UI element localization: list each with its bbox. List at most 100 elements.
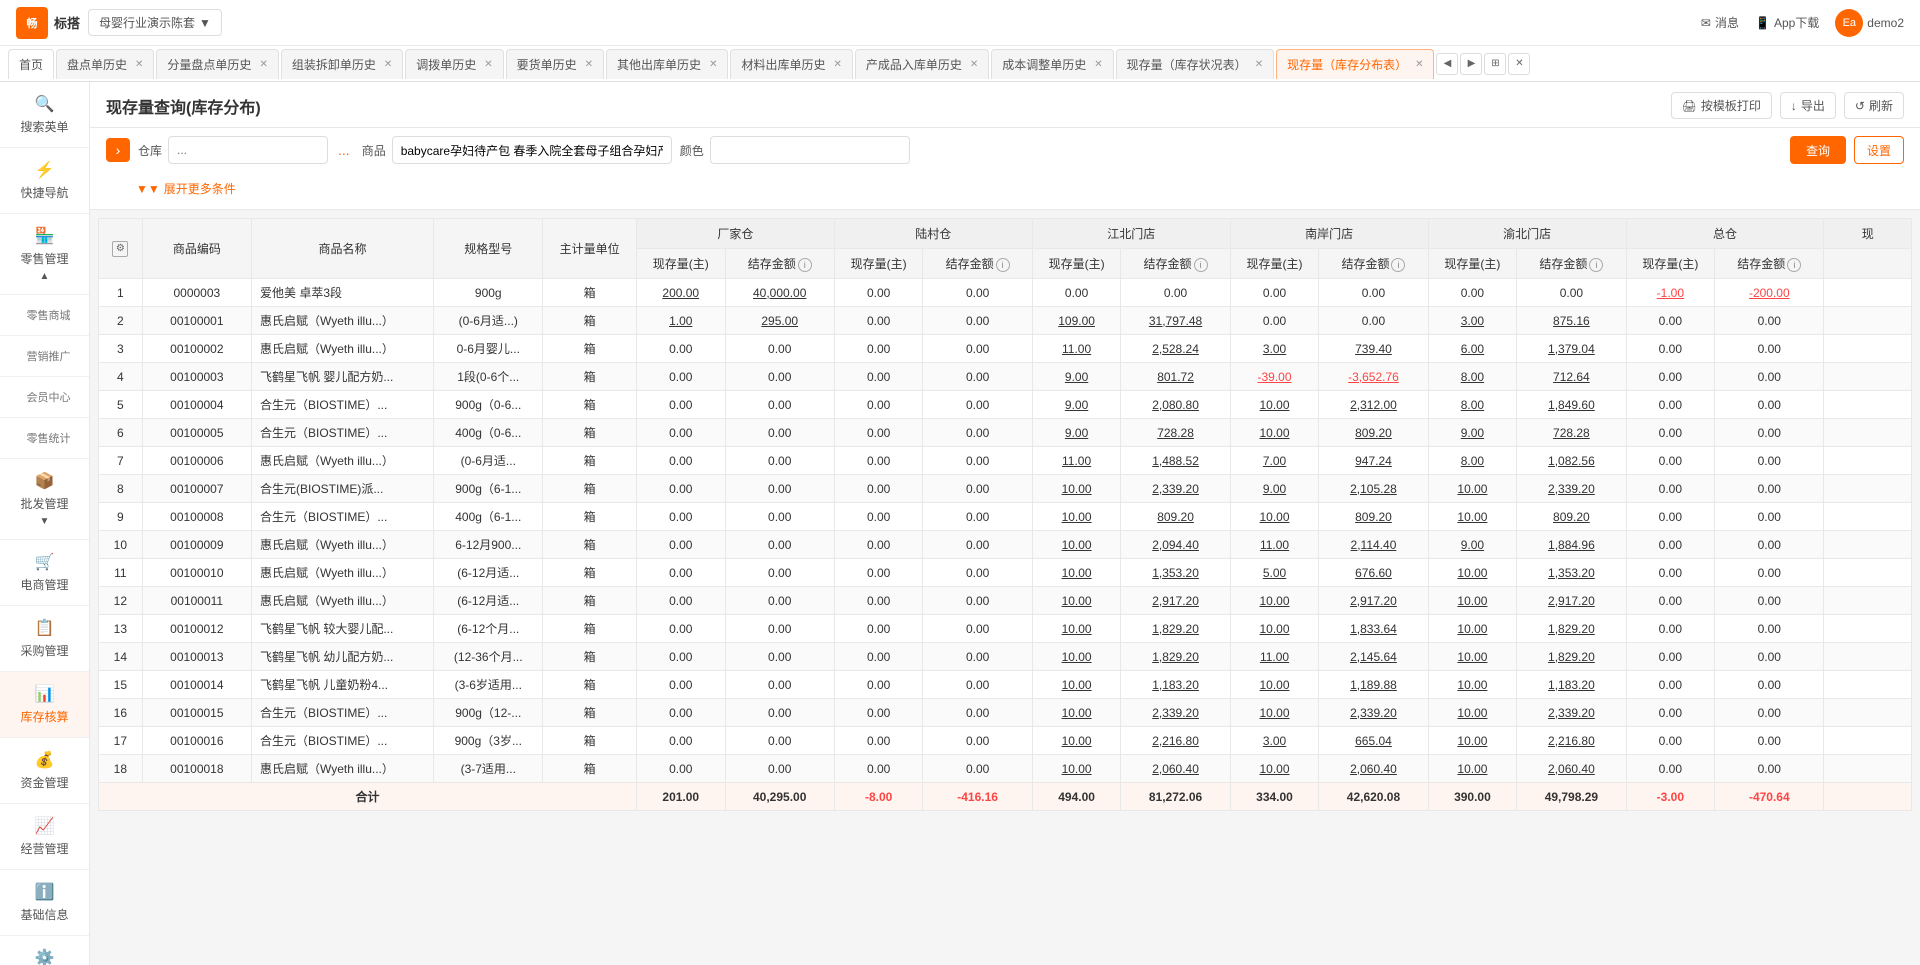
- sidebar-item-wholesale[interactable]: 📦 批发管理 ▼: [0, 459, 89, 540]
- sidebar-item-basic-info[interactable]: ℹ️ 基础信息: [0, 870, 89, 936]
- c6a-info-icon[interactable]: i: [1787, 258, 1801, 272]
- tab-home[interactable]: 首页: [8, 49, 54, 79]
- table-cell-num: [1824, 279, 1912, 307]
- tab-2-close-icon[interactable]: ✕: [259, 59, 267, 70]
- tab-4-close-icon[interactable]: ✕: [484, 59, 492, 70]
- export-icon: ↓: [1791, 99, 1797, 113]
- print-btn[interactable]: 🖨 按模板打印: [1671, 92, 1772, 119]
- th-c5q: 现存量(主): [1428, 249, 1517, 279]
- tab-5[interactable]: 要货单历史 ✕: [506, 49, 604, 79]
- table-cell-num: 9.00: [1032, 363, 1121, 391]
- c1a-info-icon[interactable]: i: [798, 258, 812, 272]
- sidebar-item-purchase[interactable]: 📋 采购管理: [0, 606, 89, 672]
- c5a-info-icon[interactable]: i: [1589, 258, 1603, 272]
- tab-3-close-icon[interactable]: ✕: [384, 59, 392, 70]
- tab-8[interactable]: 产成品入库单历史 ✕: [855, 49, 989, 79]
- sidebar-item-quicknav[interactable]: ⚡ 快捷导航: [0, 148, 89, 214]
- sidebar-item-retail-store[interactable]: 零售商城: [0, 295, 89, 336]
- sidebar-item-inventory[interactable]: 📊 库存核算: [0, 672, 89, 738]
- sidebar-item-members[interactable]: 会员中心: [0, 377, 89, 418]
- tab-expand-icon[interactable]: ⊞: [1484, 53, 1506, 75]
- table-cell-num: 10.00: [1032, 531, 1121, 559]
- tab-2[interactable]: 分量盘点单历史 ✕: [156, 49, 278, 79]
- tab-nav-prev[interactable]: ◀: [1436, 53, 1458, 75]
- tab-9[interactable]: 成本调整单历史 ✕: [991, 49, 1113, 79]
- table-cell-num: 10.00: [1032, 475, 1121, 503]
- user-area[interactable]: Ea demo2: [1835, 9, 1904, 37]
- tab-8-close-icon[interactable]: ✕: [970, 59, 978, 70]
- search-btn[interactable]: 查询: [1790, 136, 1846, 164]
- export-label: 导出: [1801, 97, 1825, 114]
- table-cell-num: 0.00: [725, 615, 834, 643]
- table-cell-num: 200.00: [636, 279, 725, 307]
- tab-6[interactable]: 其他出库单历史 ✕: [606, 49, 728, 79]
- filter-warehouse-input[interactable]: [168, 136, 328, 164]
- filter-warehouse-ellipsis[interactable]: ...: [334, 142, 354, 158]
- setting-btn[interactable]: 设置: [1854, 136, 1904, 164]
- tab-10[interactable]: 现存量（库存状况表） ✕: [1116, 49, 1274, 79]
- tab-6-close-icon[interactable]: ✕: [709, 59, 717, 70]
- tab-4[interactable]: 调拨单历史 ✕: [405, 49, 503, 79]
- table-cell-num: 0.00: [725, 671, 834, 699]
- tab-9-close-icon[interactable]: ✕: [1094, 59, 1102, 70]
- table-cell-num: 0.00: [923, 503, 1032, 531]
- tab-11[interactable]: 现存量（库存分布表） ✕: [1276, 49, 1434, 79]
- sidebar-item-search[interactable]: 🔍 搜索英单: [0, 82, 89, 148]
- table-row: 惠氏启赋（Wyeth illu...）: [251, 447, 433, 475]
- filter-color-input[interactable]: [710, 136, 910, 164]
- retail-mgmt-icon: 🏪: [35, 226, 55, 246]
- sidebar-item-retail-stats[interactable]: 零售统计: [0, 418, 89, 459]
- sidebar: 🔍 搜索英单 ⚡ 快捷导航 🏪 零售管理 ▲ 零售商城 营销推广 会员中心 零售…: [0, 82, 90, 965]
- filter-goods-input[interactable]: [392, 136, 672, 164]
- sidebar-item-inventory-label: 库存核算: [20, 708, 68, 725]
- message-icon: ✉: [1701, 16, 1711, 30]
- summary-cell: 494.00: [1032, 783, 1121, 811]
- sidebar-item-retail-mgmt[interactable]: 🏪 零售管理 ▲: [0, 214, 89, 295]
- table-row: 8: [99, 475, 143, 503]
- table-row: 00100011: [142, 587, 251, 615]
- table-cell-num: 0.00: [923, 335, 1032, 363]
- tab-7[interactable]: 材料出库单历史 ✕: [730, 49, 852, 79]
- tab-1-close-icon[interactable]: ✕: [135, 59, 143, 70]
- table-cell-num: 0.00: [1626, 559, 1715, 587]
- settings-icon[interactable]: ⚙: [112, 241, 128, 257]
- sidebar-item-retail-mgmt-label: 零售管理: [20, 250, 68, 267]
- tab-1[interactable]: 盘点单历史 ✕: [56, 49, 154, 79]
- summary-cell: -416.16: [923, 783, 1032, 811]
- top-bar-left: 畅 标搭 母婴行业演示陈套 ▼: [16, 7, 222, 39]
- table-cell-num: 2,339.20: [1517, 475, 1626, 503]
- sidebar-item-ecommerce[interactable]: 🛒 电商管理: [0, 540, 89, 606]
- table-container[interactable]: ⚙ 商品编码 商品名称 规格型号 主计量单位 厂家仓 陆村仓 江北门店 南岸门店…: [90, 210, 1920, 965]
- tab-5-close-icon[interactable]: ✕: [585, 59, 593, 70]
- table-row: 5: [99, 391, 143, 419]
- table-row: 00100002: [142, 335, 251, 363]
- sidebar-item-marketing[interactable]: 营销推广: [0, 336, 89, 377]
- message-btn[interactable]: ✉ 消息: [1701, 14, 1739, 31]
- tab-7-close-icon[interactable]: ✕: [833, 59, 841, 70]
- c3a-info-icon[interactable]: i: [1194, 258, 1208, 272]
- table-row: 14: [99, 643, 143, 671]
- table-cell-num: 739.40: [1319, 335, 1428, 363]
- tab-nav-next[interactable]: ▶: [1460, 53, 1482, 75]
- table-cell-num: 1,833.64: [1319, 615, 1428, 643]
- app-download-btn[interactable]: 📱 App下载: [1755, 14, 1819, 31]
- store-selector[interactable]: 母婴行业演示陈套 ▼: [88, 9, 222, 36]
- table-cell-num: 0.00: [1715, 503, 1824, 531]
- filter-collapse-btn[interactable]: ›: [106, 138, 130, 162]
- filter-expand-btn[interactable]: ▼▼ 展开更多条件: [136, 176, 236, 201]
- sidebar-item-system[interactable]: ⚙️ 系统管理: [0, 936, 89, 965]
- export-btn[interactable]: ↓ 导出: [1780, 92, 1836, 119]
- tab-close-all-icon[interactable]: ✕: [1508, 53, 1530, 75]
- tab-3[interactable]: 组装拆卸单历史 ✕: [281, 49, 403, 79]
- sidebar-item-operations[interactable]: 📈 经营管理: [0, 804, 89, 870]
- sidebar-item-finance[interactable]: 💰 资金管理: [0, 738, 89, 804]
- c4a-info-icon[interactable]: i: [1391, 258, 1405, 272]
- table-row: (3-6岁适用...: [434, 671, 543, 699]
- tab-11-close-icon[interactable]: ✕: [1415, 59, 1423, 70]
- c2a-info-icon[interactable]: i: [996, 258, 1010, 272]
- table-cell-num: 10.00: [1428, 615, 1517, 643]
- table-row: 箱: [543, 615, 637, 643]
- refresh-btn[interactable]: ↺ 刷新: [1844, 92, 1904, 119]
- table-cell-num: 10.00: [1032, 559, 1121, 587]
- tab-10-close-icon[interactable]: ✕: [1255, 59, 1263, 70]
